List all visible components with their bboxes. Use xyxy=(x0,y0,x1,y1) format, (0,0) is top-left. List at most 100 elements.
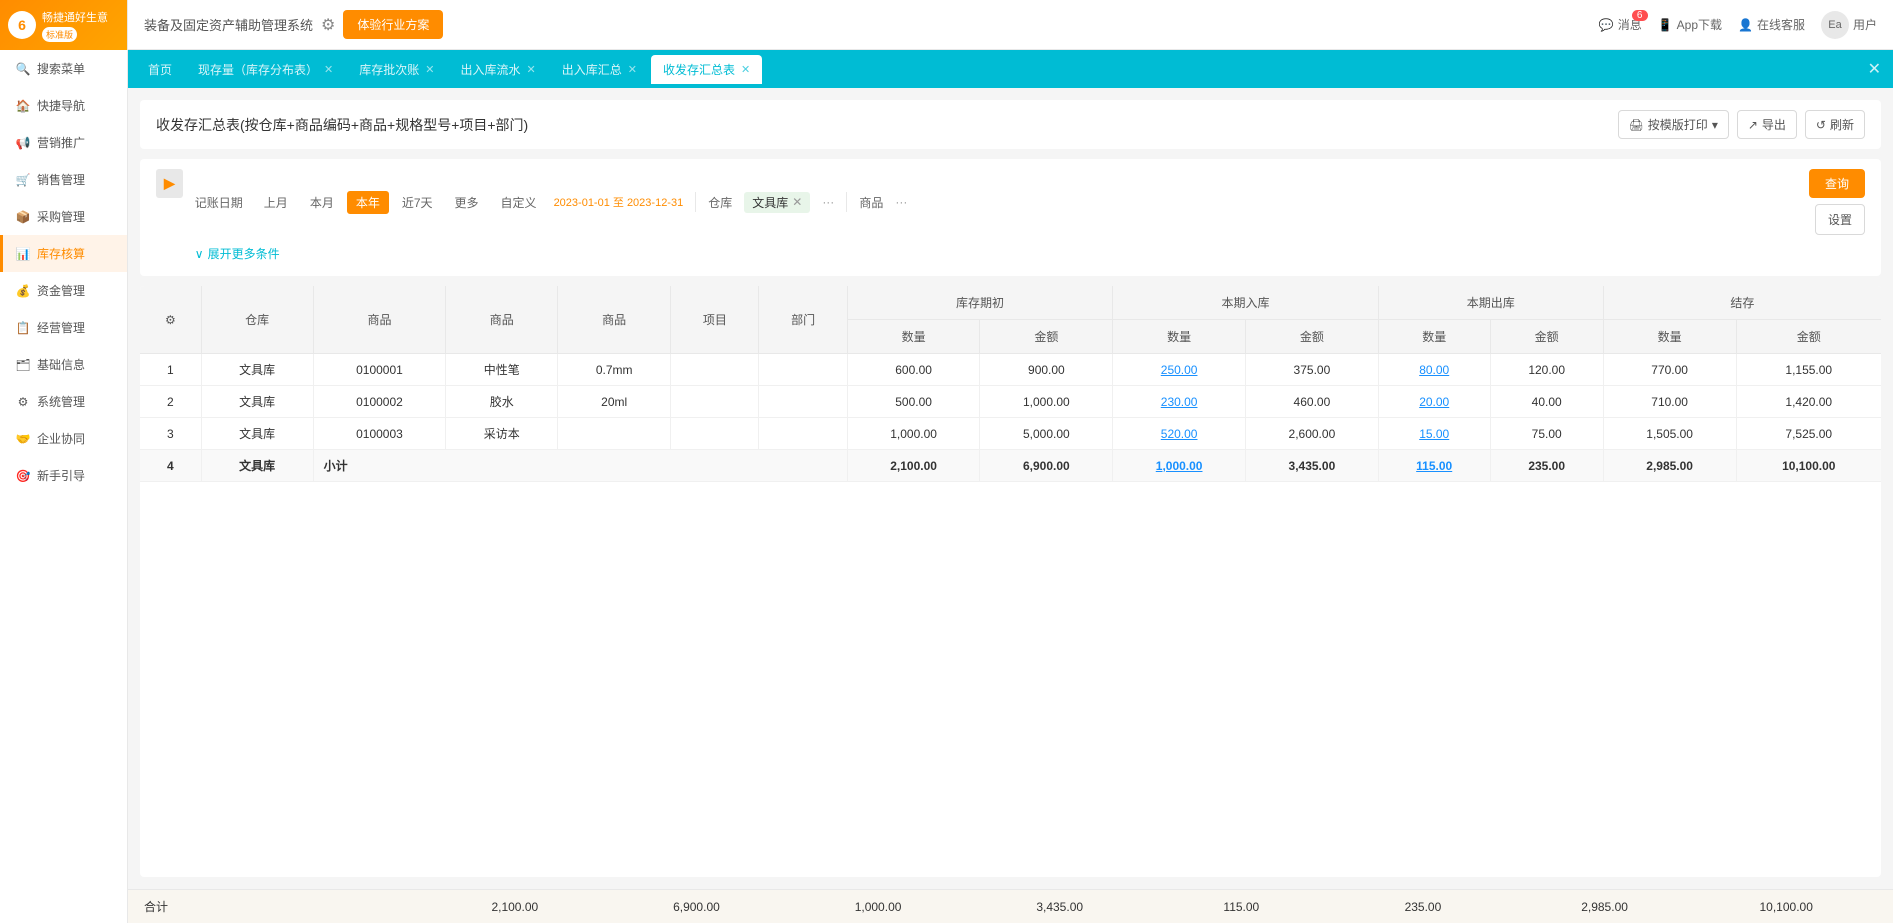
tab-batch-account[interactable]: 库存批次账✕ xyxy=(347,55,446,84)
tab-close-receipt-summary[interactable]: ✕ xyxy=(741,63,750,76)
sidebar-item-quick-nav[interactable]: 🏠快捷导航 xyxy=(0,87,127,124)
subtotal-index: 4 xyxy=(140,450,201,482)
sidebar-item-search[interactable]: 🔍 搜索菜单 xyxy=(0,50,127,87)
settings-icon[interactable]: ⚙ xyxy=(321,15,335,35)
date-range: 2023-01-01 至 2023-12-31 xyxy=(554,194,684,210)
cell-opening-qty: 500.00 xyxy=(847,386,980,418)
cell-goods-spec: 20ml xyxy=(558,386,671,418)
finance-icon: 💰 xyxy=(15,283,31,299)
filter-expand-arrow[interactable]: ▶ xyxy=(156,169,183,198)
subtotal-out-qty[interactable]: 115.00 xyxy=(1378,450,1490,482)
tab-close-inout-flow[interactable]: ✕ xyxy=(527,63,536,76)
expand-row: ∨ 展开更多条件 xyxy=(195,241,1865,266)
subtotal-out-amt: 235.00 xyxy=(1490,450,1603,482)
online-service-action[interactable]: 👤 在线客服 xyxy=(1738,16,1805,33)
sidebar-item-basic-info[interactable]: 🗂 基础信息 xyxy=(0,346,127,383)
tab-label: 出入库流水 xyxy=(460,61,520,78)
date-btn-this-year[interactable]: 本年 xyxy=(347,191,389,214)
date-btn-more[interactable]: 更多 xyxy=(446,191,488,214)
cell-goods-spec: 0.7mm xyxy=(558,354,671,386)
subtotal-in-qty[interactable]: 1,000.00 xyxy=(1113,450,1246,482)
cell-in-qty[interactable]: 250.00 xyxy=(1113,354,1246,386)
print-button[interactable]: 🖨 按模版打印 ▾ xyxy=(1618,110,1729,139)
sidebar-item-finance[interactable]: 💰资金管理 xyxy=(0,272,127,309)
goods-more[interactable]: ··· xyxy=(895,195,907,209)
print-icon: 🖨 xyxy=(1629,118,1644,132)
th-group-opening: 库存期初 xyxy=(847,286,1113,320)
cell-closing-amt: 7,525.00 xyxy=(1736,418,1881,450)
th-opening-amt: 金额 xyxy=(980,320,1113,354)
cell-out-qty[interactable]: 80.00 xyxy=(1378,354,1490,386)
subtotal-closing-amt: 10,100.00 xyxy=(1736,450,1881,482)
cell-index: 1 xyxy=(140,354,201,386)
cell-department xyxy=(759,418,847,450)
th-closing-amt: 金额 xyxy=(1736,320,1881,354)
tab-bar-close[interactable]: ✕ xyxy=(1864,55,1885,83)
tab-close-inout-summary[interactable]: ✕ xyxy=(628,63,637,76)
newbie-icon: 🎯 xyxy=(15,468,31,484)
sidebar-item-marketing[interactable]: 📢营销推广 xyxy=(0,124,127,161)
cell-goods-name: 中性笔 xyxy=(446,354,558,386)
cell-out-qty[interactable]: 15.00 xyxy=(1378,418,1490,450)
th-opening-qty: 数量 xyxy=(847,320,980,354)
tab-home[interactable]: 首页 xyxy=(136,55,184,84)
cell-closing-qty: 710.00 xyxy=(1603,386,1736,418)
sidebar-item-label: 采购管理 xyxy=(37,208,85,225)
cell-out-qty[interactable]: 20.00 xyxy=(1378,386,1490,418)
th-settings[interactable]: ⚙ xyxy=(140,286,201,354)
date-btn-last-month[interactable]: 上月 xyxy=(255,191,297,214)
tab-inout-flow[interactable]: 出入库流水 ✕ xyxy=(448,55,547,84)
sidebar-item-label: 经营管理 xyxy=(37,319,85,336)
th-goods-code: 商品 xyxy=(313,286,446,354)
tab-label: 出入库汇总 xyxy=(562,61,622,78)
date-btn-7days[interactable]: 近7天 xyxy=(393,191,442,214)
date-btn-custom[interactable]: 自定义 xyxy=(492,191,546,214)
th-group-out: 本期出库 xyxy=(1378,286,1603,320)
logo-text: 畅捷通好生意 标准版 xyxy=(42,9,108,42)
warehouse-tag-close[interactable]: ✕ xyxy=(792,195,802,209)
user-avatar: Ea xyxy=(1821,11,1849,39)
th-in-amt: 金额 xyxy=(1246,320,1379,354)
cell-index: 3 xyxy=(140,418,201,450)
tab-receipt-summary[interactable]: 收发存汇总表 ✕ xyxy=(651,55,762,84)
app-download-action[interactable]: 📱 App下载 xyxy=(1658,16,1722,33)
basic-info-icon: 🗂 xyxy=(15,357,31,373)
th-goods-spec: 商品 xyxy=(558,286,671,354)
export-button[interactable]: ↗ 导出 xyxy=(1737,110,1797,139)
date-btn-this-month[interactable]: 本月 xyxy=(301,191,343,214)
sidebar-item-enterprise[interactable]: 🤝企业协同 xyxy=(0,420,127,457)
tab-label: 首页 xyxy=(148,61,172,78)
cell-in-qty[interactable]: 230.00 xyxy=(1113,386,1246,418)
th-in-qty: 数量 xyxy=(1113,320,1246,354)
footer-out-qty: 115.00 xyxy=(1151,900,1333,914)
sidebar-item-newbie[interactable]: 🎯新手引导 xyxy=(0,457,127,494)
query-button[interactable]: 查询 xyxy=(1809,169,1865,198)
tab-inventory-dist[interactable]: 现存量（库存分布表）✕ xyxy=(186,55,345,84)
th-warehouse: 仓库 xyxy=(201,286,313,354)
cell-closing-qty: 770.00 xyxy=(1603,354,1736,386)
settings-button[interactable]: 设置 xyxy=(1815,204,1865,235)
tab-close-inventory-dist[interactable]: ✕ xyxy=(324,63,333,76)
chevron-down-icon: ∨ xyxy=(195,247,204,261)
expand-btn[interactable]: ∨ 展开更多条件 xyxy=(195,241,1865,266)
sidebar-item-label: 搜索菜单 xyxy=(37,60,85,77)
tab-label: 收发存汇总表 xyxy=(663,61,735,78)
th-project: 项目 xyxy=(671,286,759,354)
system-title: 装备及固定资产辅助管理系统 xyxy=(144,15,313,34)
tab-close-batch-account[interactable]: ✕ xyxy=(425,63,434,76)
sidebar-item-operations[interactable]: 📋经营管理 xyxy=(0,309,127,346)
refresh-button[interactable]: ↺ 刷新 xyxy=(1805,110,1865,139)
message-action[interactable]: 💬 消息 6 xyxy=(1599,16,1642,33)
date-shortcuts: 上月 本月 本年 近7天 更多 自定义 2023-01-01 至 2023-12… xyxy=(255,191,683,214)
sidebar-item-inventory[interactable]: 📊库存核算 xyxy=(0,235,127,272)
search-icon: 🔍 xyxy=(15,61,31,77)
sidebar-item-label: 基础信息 xyxy=(37,356,85,373)
warehouse-more[interactable]: ··· xyxy=(822,195,834,209)
experience-button[interactable]: 体验行业方案 xyxy=(343,10,443,39)
tab-inout-summary[interactable]: 出入库汇总 ✕ xyxy=(550,55,649,84)
sidebar-item-sales[interactable]: 🛒销售管理 xyxy=(0,161,127,198)
sidebar-item-system[interactable]: ⚙系统管理 xyxy=(0,383,127,420)
sidebar-item-purchase[interactable]: 📦采购管理 xyxy=(0,198,127,235)
cell-in-qty[interactable]: 520.00 xyxy=(1113,418,1246,450)
user-action[interactable]: Ea 用户 xyxy=(1821,11,1877,39)
